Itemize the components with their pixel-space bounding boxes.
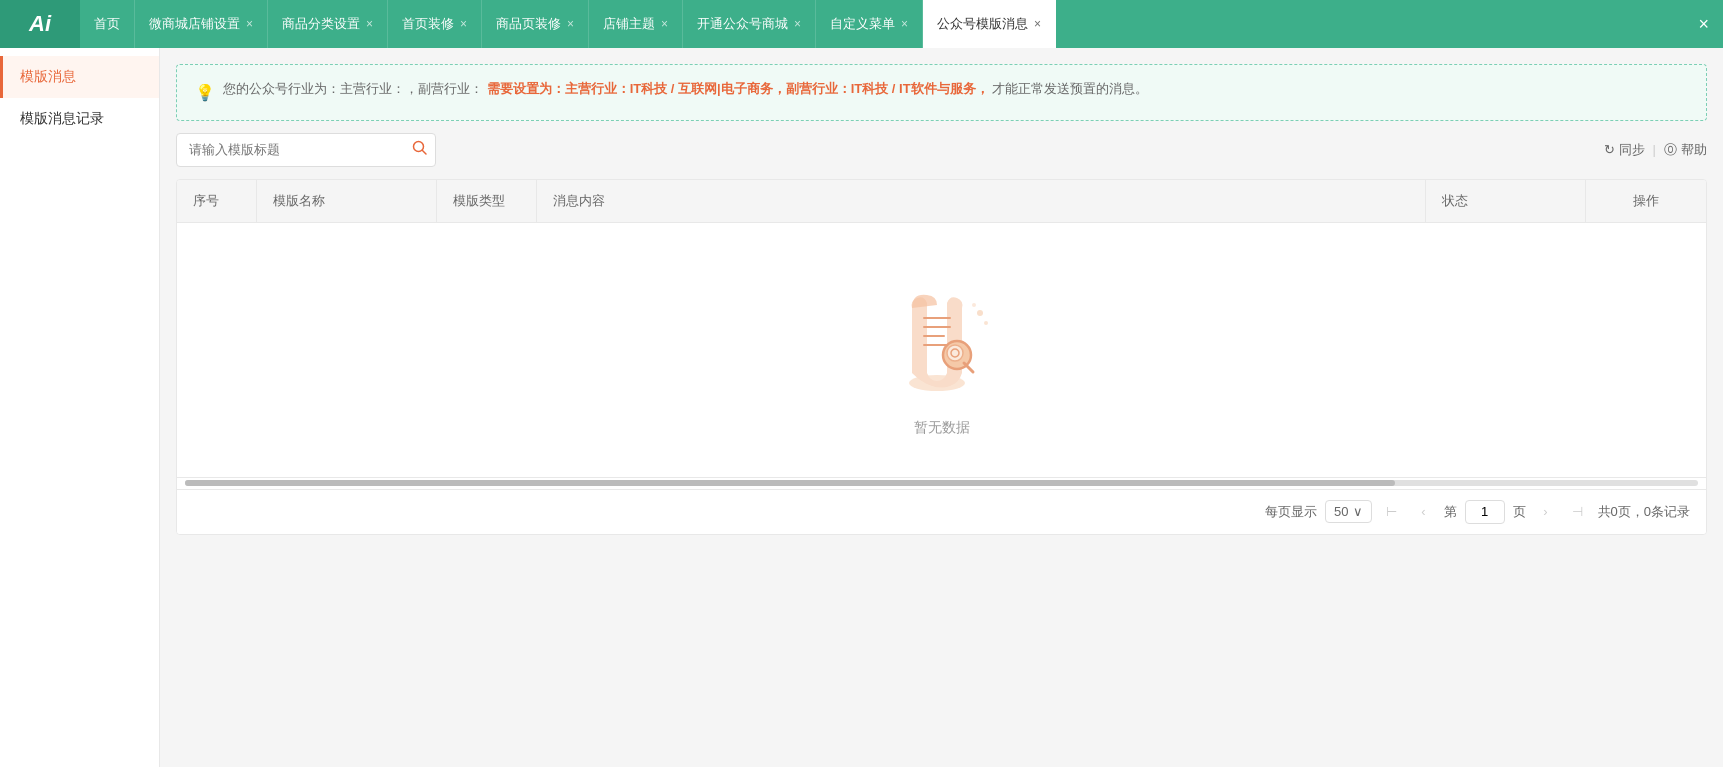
nav-tab-category-label: 商品分类设置 — [282, 15, 360, 33]
page-number-input[interactable] — [1465, 500, 1505, 524]
search-input[interactable] — [176, 133, 436, 167]
th-type: 模版类型 — [437, 180, 537, 222]
top-navbar: Ai 首页 微商城店铺设置 × 商品分类设置 × 首页装修 × 商品页装修 × … — [0, 0, 1723, 48]
nav-tab-product-decor[interactable]: 商品页装修 × — [482, 0, 589, 48]
close-shop-theme-icon[interactable]: × — [661, 17, 668, 31]
close-template-msg-icon[interactable]: × — [1034, 17, 1041, 31]
scrollbar-track[interactable] — [185, 480, 1698, 486]
th-content: 消息内容 — [537, 180, 1426, 222]
per-page-chevron-icon: ∨ — [1353, 504, 1363, 519]
sync-label: 同步 — [1619, 141, 1645, 159]
prev-page-button[interactable]: ‹ — [1412, 500, 1436, 524]
sidebar-item-template-record[interactable]: 模版消息记录 — [0, 98, 159, 140]
scrollbar-thumb — [185, 480, 1395, 486]
scrollbar-area[interactable] — [177, 477, 1706, 489]
notice-banner: 💡 您的公众号行业为：主营行业：，副营行业： 需要设置为：主营行业：IT科技 /… — [176, 64, 1707, 121]
nav-tab-home-decor[interactable]: 首页装修 × — [388, 0, 482, 48]
notice-prefix: 您的公众号行业为：主营行业：，副营行业： — [223, 81, 483, 96]
sidebar: 模版消息 模版消息记录 — [0, 48, 160, 767]
svg-point-13 — [972, 303, 976, 307]
empty-text: 暂无数据 — [914, 419, 970, 437]
page-label: 页 — [1513, 503, 1526, 521]
first-page-button[interactable]: ⊢ — [1380, 500, 1404, 524]
per-page-select[interactable]: 50 ∨ — [1325, 500, 1371, 523]
next-page-button[interactable]: › — [1534, 500, 1558, 524]
th-name: 模版名称 — [257, 180, 437, 222]
page-di-label: 第 — [1444, 503, 1457, 521]
sidebar-item-template-record-label: 模版消息记录 — [20, 110, 104, 126]
nav-tab-custom-menu-label: 自定义菜单 — [830, 15, 895, 33]
nav-tabs: 首页 微商城店铺设置 × 商品分类设置 × 首页装修 × 商品页装修 × 店铺主… — [80, 0, 1684, 48]
svg-point-8 — [947, 345, 963, 361]
notice-text: 您的公众号行业为：主营行业：，副营行业： 需要设置为：主营行业：IT科技 / 互… — [223, 79, 1148, 100]
sidebar-item-template-msg-label: 模版消息 — [20, 68, 76, 84]
total-pages-label: 共0页，0条记录 — [1598, 503, 1690, 521]
content-area: 💡 您的公众号行业为：主营行业：，副营行业： 需要设置为：主营行业：IT科技 /… — [160, 48, 1723, 767]
th-seq: 序号 — [177, 180, 257, 222]
nav-tab-home-decor-label: 首页装修 — [402, 15, 454, 33]
th-status: 状态 — [1426, 180, 1586, 222]
notice-suffix: 才能正常发送预置的消息。 — [992, 81, 1148, 96]
per-page-label: 每页显示 — [1265, 503, 1317, 521]
nav-tab-home[interactable]: 首页 — [80, 0, 135, 48]
close-category-icon[interactable]: × — [366, 17, 373, 31]
close-micro-shop-icon[interactable]: × — [246, 17, 253, 31]
toolbar-right: ↻ 同步 | ⓪ 帮助 — [1604, 141, 1707, 159]
nav-tab-template-msg-label: 公众号模版消息 — [937, 15, 1028, 33]
notice-icon: 💡 — [195, 80, 215, 106]
nav-tab-template-msg[interactable]: 公众号模版消息 × — [923, 0, 1056, 48]
table-body: 暂无数据 — [177, 223, 1706, 477]
app-logo: Ai — [0, 0, 80, 48]
per-page-value: 50 — [1334, 504, 1348, 519]
table-header: 序号 模版名称 模版类型 消息内容 状态 操作 — [177, 180, 1706, 223]
close-custom-menu-icon[interactable]: × — [901, 17, 908, 31]
close-product-decor-icon[interactable]: × — [567, 17, 574, 31]
svg-point-11 — [977, 310, 983, 316]
nav-tab-product-decor-label: 商品页装修 — [496, 15, 561, 33]
empty-state: 暂无数据 — [177, 223, 1706, 477]
th-action: 操作 — [1586, 180, 1706, 222]
sidebar-item-template-msg[interactable]: 模版消息 — [0, 56, 159, 98]
close-home-decor-icon[interactable]: × — [460, 17, 467, 31]
nav-tab-open-mall[interactable]: 开通公众号商城 × — [683, 0, 816, 48]
nav-tab-open-mall-label: 开通公众号商城 — [697, 15, 788, 33]
toolbar-divider: | — [1653, 142, 1656, 157]
help-label: 帮助 — [1681, 141, 1707, 159]
nav-tab-home-label: 首页 — [94, 15, 120, 33]
data-table: 序号 模版名称 模版类型 消息内容 状态 操作 — [176, 179, 1707, 535]
last-page-button[interactable]: ⊣ — [1566, 500, 1590, 524]
sync-icon: ↻ — [1604, 142, 1615, 157]
notice-highlight: 需要设置为：主营行业：IT科技 / 互联网|电子商务，副营行业：IT科技 / I… — [487, 81, 989, 96]
svg-point-12 — [984, 321, 988, 325]
main-layout: 模版消息 模版消息记录 💡 您的公众号行业为：主营行业：，副营行业： 需要设置为… — [0, 48, 1723, 767]
help-circle-icon: ⓪ — [1664, 141, 1677, 159]
search-button[interactable] — [412, 140, 428, 160]
close-open-mall-icon[interactable]: × — [794, 17, 801, 31]
nav-tab-micro-shop[interactable]: 微商城店铺设置 × — [135, 0, 268, 48]
svg-line-1 — [423, 150, 427, 154]
sync-button[interactable]: ↻ 同步 — [1604, 141, 1645, 159]
help-button[interactable]: ⓪ 帮助 — [1664, 141, 1707, 159]
pagination: 每页显示 50 ∨ ⊢ ‹ 第 页 › ⊣ 共0页，0条记录 — [177, 489, 1706, 534]
nav-tab-custom-menu[interactable]: 自定义菜单 × — [816, 0, 923, 48]
search-input-wrap — [176, 133, 436, 167]
search-bar: ↻ 同步 | ⓪ 帮助 — [176, 133, 1707, 167]
nav-tab-category[interactable]: 商品分类设置 × — [268, 0, 388, 48]
close-all-tabs-button[interactable]: × — [1684, 0, 1723, 48]
nav-tab-micro-shop-label: 微商城店铺设置 — [149, 15, 240, 33]
nav-tab-shop-theme-label: 店铺主题 — [603, 15, 655, 33]
empty-illustration — [882, 283, 1002, 403]
nav-tab-shop-theme[interactable]: 店铺主题 × — [589, 0, 683, 48]
